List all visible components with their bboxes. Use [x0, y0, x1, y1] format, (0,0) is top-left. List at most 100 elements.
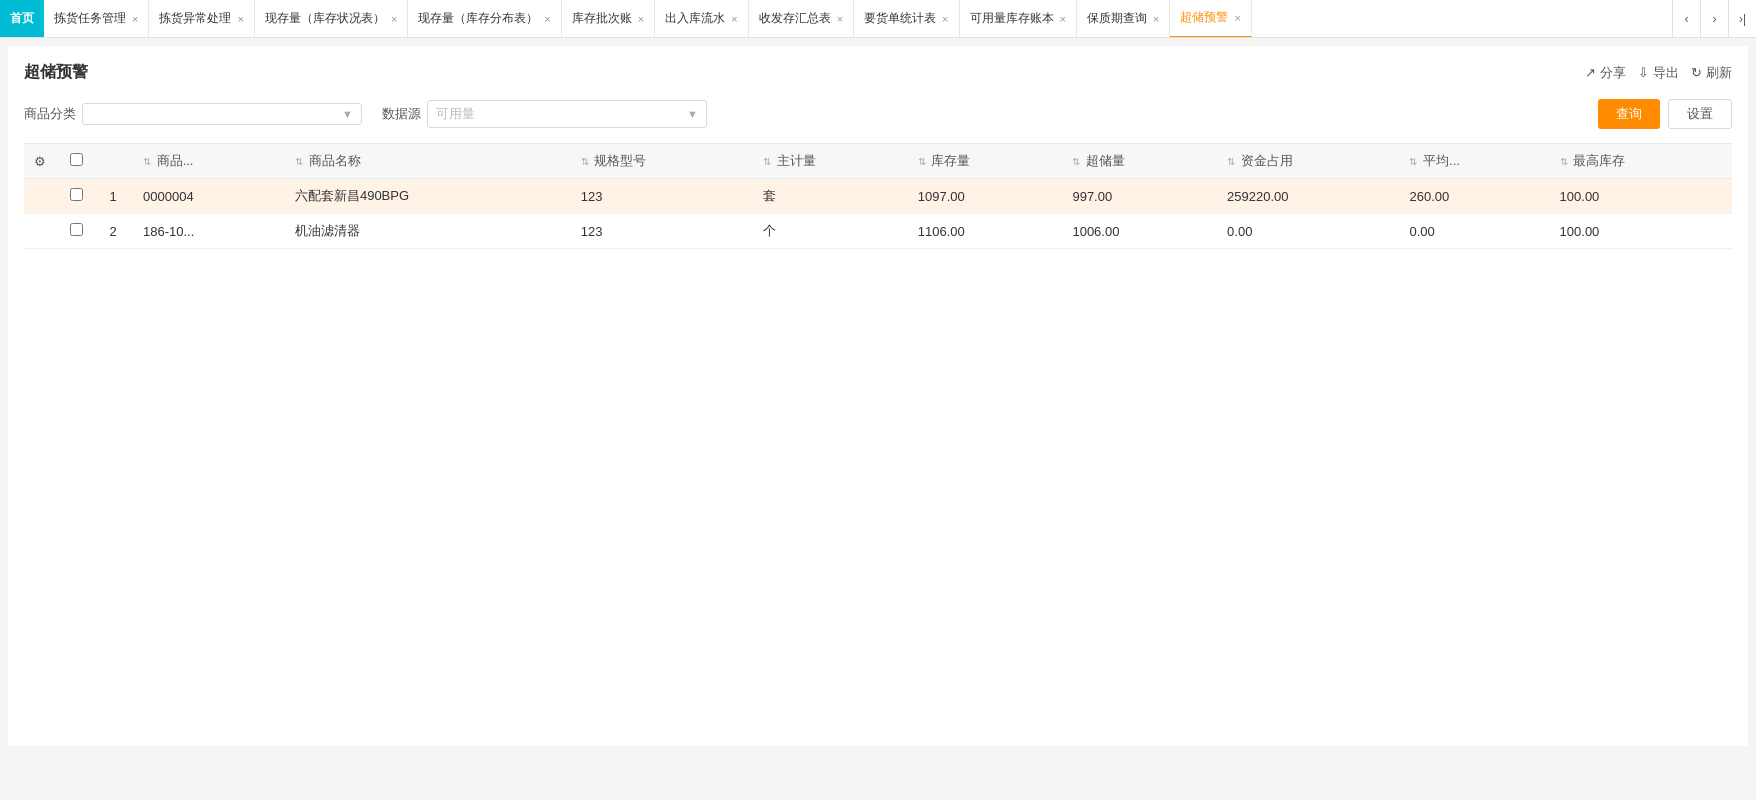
- nav-tab-11-label: 超储预警: [1180, 9, 1228, 26]
- row-2-gear: [24, 214, 60, 249]
- datasource-filter: 数据源 可用量 ▼: [382, 100, 707, 128]
- col-unit-label: 主计量: [777, 153, 816, 168]
- page-title: 超储预警: [24, 62, 88, 83]
- home-label: 首页: [10, 10, 34, 27]
- nav-tab-3-close[interactable]: ×: [391, 13, 397, 25]
- nav-tab-4[interactable]: 现存量（库存分布表） ×: [408, 0, 561, 38]
- col-max-label: 最高库存: [1573, 153, 1625, 168]
- table-header-row: ⚙ ⇅ 商品... ⇅ 商品名称 ⇅ 规格型号: [24, 144, 1732, 179]
- nav-tab-9-close[interactable]: ×: [1060, 13, 1066, 25]
- table-row: 1 0000004 六配套新昌490BPG 123 套 1097.00 997.…: [24, 179, 1732, 214]
- refresh-label: 刷新: [1706, 64, 1732, 82]
- nav-tab-11-close[interactable]: ×: [1234, 12, 1240, 24]
- nav-tab-5-close[interactable]: ×: [638, 13, 644, 25]
- row-2-checkbox-cell[interactable]: [60, 214, 93, 249]
- col-over-header[interactable]: ⇅ 超储量: [1062, 144, 1217, 179]
- col-spec-header[interactable]: ⇅ 规格型号: [571, 144, 753, 179]
- sort-icon-over: ⇅: [1072, 156, 1080, 167]
- nav-tab-3-label: 现存量（库存状况表）: [265, 10, 385, 27]
- row-2-unit: 个: [753, 214, 908, 249]
- datasource-label: 数据源: [382, 105, 421, 123]
- nav-tab-10[interactable]: 保质期查询 ×: [1077, 0, 1170, 38]
- settings-button[interactable]: 设置: [1668, 99, 1732, 129]
- row-1-capital: 259220.00: [1217, 179, 1399, 214]
- row-1-product-code: 0000004: [133, 179, 285, 214]
- col-over-label: 超储量: [1086, 153, 1125, 168]
- nav-tab-9-label: 可用量库存账本: [970, 10, 1054, 27]
- select-all-checkbox[interactable]: [70, 153, 83, 166]
- row-1-checkbox-cell[interactable]: [60, 179, 93, 214]
- table-row: 2 186-10... 机油滤清器 123 个 1106.00 1006.00 …: [24, 214, 1732, 249]
- nav-tab-4-close[interactable]: ×: [544, 13, 550, 25]
- row-1-stock: 1097.00: [908, 179, 1063, 214]
- row-2-over: 1006.00: [1062, 214, 1217, 249]
- nav-tab-7-label: 收发存汇总表: [759, 10, 831, 27]
- page-header: 超储预警 ↗ 分享 ⇩ 导出 ↻ 刷新: [24, 62, 1732, 83]
- nav-tab-5-label: 库存批次账: [572, 10, 632, 27]
- query-button[interactable]: 查询: [1598, 99, 1660, 129]
- nav-tab-6[interactable]: 出入库流水 ×: [655, 0, 748, 38]
- nav-tab-7-close[interactable]: ×: [837, 13, 843, 25]
- col-max-header[interactable]: ⇅ 最高库存: [1550, 144, 1732, 179]
- nav-tab-8-close[interactable]: ×: [942, 13, 948, 25]
- datasource-dropdown-icon: ▼: [687, 108, 698, 120]
- row-2-product-name: 机油滤清器: [285, 214, 571, 249]
- sort-icon-max: ⇅: [1560, 156, 1568, 167]
- col-row-num-header: [93, 144, 133, 179]
- row-2-stock: 1106.00: [908, 214, 1063, 249]
- col-product-code-header[interactable]: ⇅ 商品...: [133, 144, 285, 179]
- nav-tab-1[interactable]: 拣货任务管理 ×: [44, 0, 149, 38]
- category-select[interactable]: ▼: [82, 103, 362, 125]
- nav-tab-7[interactable]: 收发存汇总表 ×: [749, 0, 854, 38]
- refresh-button[interactable]: ↻ 刷新: [1691, 64, 1732, 82]
- filter-buttons: 查询 设置: [1598, 99, 1732, 129]
- data-table: ⚙ ⇅ 商品... ⇅ 商品名称 ⇅ 规格型号: [24, 143, 1732, 249]
- row-1-spec: 123: [571, 179, 753, 214]
- col-settings[interactable]: ⚙: [24, 144, 60, 179]
- nav-tab-5[interactable]: 库存批次账 ×: [562, 0, 655, 38]
- export-button[interactable]: ⇩ 导出: [1638, 64, 1679, 82]
- nav-tab-1-close[interactable]: ×: [132, 13, 138, 25]
- col-product-name-header[interactable]: ⇅ 商品名称: [285, 144, 571, 179]
- datasource-select[interactable]: 可用量 ▼: [427, 100, 707, 128]
- top-navigation: 首页 拣货任务管理 × 拣货异常处理 × 现存量（库存状况表） × 现存量（库存…: [0, 0, 1756, 38]
- row-2-checkbox[interactable]: [70, 223, 83, 236]
- row-1-max: 100.00: [1550, 179, 1732, 214]
- col-product-name-label: 商品名称: [309, 153, 361, 168]
- col-spec-label: 规格型号: [594, 153, 646, 168]
- nav-prev-button[interactable]: ‹: [1672, 0, 1700, 38]
- col-product-code-label: 商品...: [157, 153, 194, 168]
- col-avg-header[interactable]: ⇅ 平均...: [1399, 144, 1549, 179]
- nav-tab-2[interactable]: 拣货异常处理 ×: [149, 0, 254, 38]
- row-1-unit: 套: [753, 179, 908, 214]
- nav-tab-3[interactable]: 现存量（库存状况表） ×: [255, 0, 408, 38]
- nav-tab-11[interactable]: 超储预警 ×: [1170, 0, 1251, 38]
- share-button[interactable]: ↗ 分享: [1585, 64, 1626, 82]
- row-2-max: 100.00: [1550, 214, 1732, 249]
- nav-tab-10-close[interactable]: ×: [1153, 13, 1159, 25]
- col-checkbox-header[interactable]: [60, 144, 93, 179]
- nav-tab-2-label: 拣货异常处理: [159, 10, 231, 27]
- refresh-icon: ↻: [1691, 65, 1702, 80]
- row-1-checkbox[interactable]: [70, 188, 83, 201]
- nav-more-button[interactable]: ›|: [1728, 0, 1756, 38]
- nav-tab-6-close[interactable]: ×: [731, 13, 737, 25]
- share-icon: ↗: [1585, 65, 1596, 80]
- page-content: 超储预警 ↗ 分享 ⇩ 导出 ↻ 刷新 商品分类 ▼ 数据源: [8, 46, 1748, 746]
- nav-tab-home[interactable]: 首页: [0, 0, 44, 38]
- nav-tab-2-close[interactable]: ×: [237, 13, 243, 25]
- category-dropdown-icon: ▼: [342, 108, 353, 120]
- nav-tab-8[interactable]: 要货单统计表 ×: [854, 0, 959, 38]
- col-stock-header[interactable]: ⇅ 库存量: [908, 144, 1063, 179]
- col-unit-header[interactable]: ⇅ 主计量: [753, 144, 908, 179]
- row-2-num: 2: [93, 214, 133, 249]
- header-actions: ↗ 分享 ⇩ 导出 ↻ 刷新: [1585, 64, 1732, 82]
- row-1-avg: 260.00: [1399, 179, 1549, 214]
- nav-tab-9[interactable]: 可用量库存账本 ×: [960, 0, 1077, 38]
- category-filter: 商品分类 ▼: [24, 103, 362, 125]
- col-stock-label: 库存量: [931, 153, 970, 168]
- nav-next-button[interactable]: ›: [1700, 0, 1728, 38]
- share-label: 分享: [1600, 64, 1626, 82]
- col-capital-header[interactable]: ⇅ 资金占用: [1217, 144, 1399, 179]
- sort-icon-stock: ⇅: [918, 156, 926, 167]
